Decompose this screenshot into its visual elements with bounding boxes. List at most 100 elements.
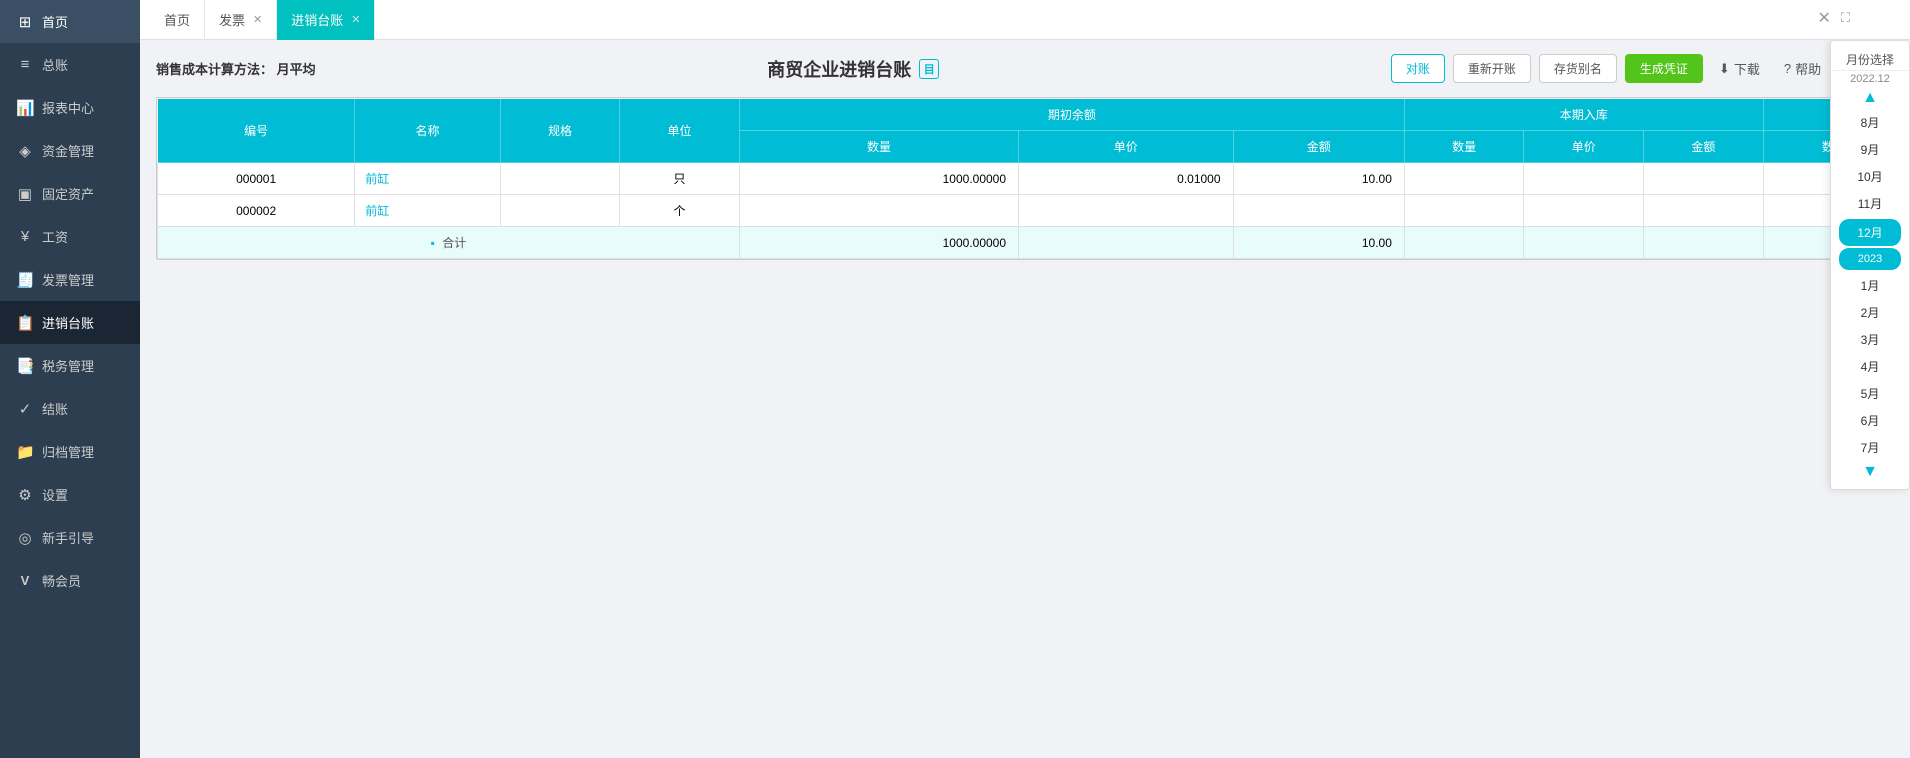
cost-method-value: 月平均 xyxy=(277,62,316,77)
sidebar-label-checkout: 结账 xyxy=(42,399,68,418)
sidebar-item-ledger[interactable]: ≡ 总账 xyxy=(0,43,140,86)
sidebar-label-funds: 资金管理 xyxy=(42,141,94,160)
sidebar-label-reports: 报表中心 xyxy=(42,98,94,117)
cell-in-qty-2 xyxy=(1404,195,1524,227)
archive-icon: 📁 xyxy=(16,443,34,461)
sidebar-label-settings: 设置 xyxy=(42,485,68,504)
cell-opening-amount-2 xyxy=(1233,195,1404,227)
generate-voucher-button[interactable]: 生成凭证 xyxy=(1625,54,1703,83)
page-content: 销售成本计算方法： 月平均 商贸企业进销台账 目 对账 重新开账 存货别名 生成… xyxy=(140,40,1910,758)
sidebar-item-assets[interactable]: ▣ 固定资产 xyxy=(0,172,140,215)
col-header-opening-balance: 期初余额 xyxy=(739,99,1404,131)
month-item-6[interactable]: 6月 xyxy=(1831,407,1909,434)
total-label-cell: ▪ 合计 xyxy=(158,227,740,259)
tab-invoice-close[interactable]: ✕ xyxy=(253,13,262,26)
cell-in-price-1 xyxy=(1524,163,1644,195)
sidebar-item-funds[interactable]: ◈ 资金管理 xyxy=(0,129,140,172)
cell-opening-price-2 xyxy=(1019,195,1234,227)
sidebar-item-tax[interactable]: 📑 税务管理 xyxy=(0,344,140,387)
total-in-amount xyxy=(1644,227,1764,259)
duizhang-button[interactable]: 对账 xyxy=(1391,54,1445,83)
month-item-1[interactable]: 1月 xyxy=(1831,272,1909,299)
month-item-11[interactable]: 11月 xyxy=(1831,190,1909,217)
tab-purchase-sales-close[interactable]: ✕ xyxy=(351,13,360,26)
sub-col-opening-qty: 数量 xyxy=(739,131,1018,163)
home-icon: ⊞ xyxy=(16,13,34,31)
main-content: ✕ ⛶ 首页 发票 ✕ 进销台账 ✕ 销售成本计算方法： 月平均 商贸企业进销台… xyxy=(140,0,1910,758)
month-item-12[interactable]: 12月 xyxy=(1839,219,1901,246)
cell-opening-amount-1: 10.00 xyxy=(1233,163,1404,195)
cell-in-qty-1 xyxy=(1404,163,1524,195)
scroll-down-button[interactable]: ▼ xyxy=(1831,461,1909,483)
table-row: 000002 前缸 个 xyxy=(158,195,1893,227)
scroll-up-button[interactable]: ▲ xyxy=(1831,87,1909,109)
sub-col-opening-amount: 金额 xyxy=(1233,131,1404,163)
close-window-button[interactable]: ✕ xyxy=(1817,8,1830,28)
cost-method-label: 销售成本计算方法： xyxy=(156,62,273,77)
name-link-2[interactable]: 前缸 xyxy=(365,204,389,218)
cell-code-1: 000001 xyxy=(158,163,355,195)
sidebar-item-reports[interactable]: 📊 报表中心 xyxy=(0,86,140,129)
tab-invoice-label: 发票 xyxy=(219,10,245,29)
cell-unit-2: 个 xyxy=(620,195,740,227)
month-item-9[interactable]: 9月 xyxy=(1831,136,1909,163)
total-in-qty xyxy=(1404,227,1524,259)
download-button[interactable]: ⬇ 下载 xyxy=(1711,55,1768,82)
sidebar-label-guide: 新手引导 xyxy=(42,528,94,547)
month-item-5[interactable]: 5月 xyxy=(1831,380,1909,407)
assets-icon: ▣ xyxy=(16,185,34,203)
total-opening-amount: 10.00 xyxy=(1233,227,1404,259)
tab-invoice[interactable]: 发票 ✕ xyxy=(205,0,277,40)
total-opening-qty: 1000.00000 xyxy=(739,227,1018,259)
member-icon: V xyxy=(16,573,34,588)
total-icon: ▪ xyxy=(431,236,435,250)
month-item-8[interactable]: 8月 xyxy=(1831,109,1909,136)
month-item-4[interactable]: 4月 xyxy=(1831,353,1909,380)
save-alias-button[interactable]: 存货别名 xyxy=(1539,54,1617,83)
table-row: 000001 前缸 只 1000.00000 0.01000 10.00 xyxy=(158,163,1893,195)
sidebar-item-invoice[interactable]: 🧾 发票管理 xyxy=(0,258,140,301)
sidebar-label-home: 首页 xyxy=(42,12,68,31)
sidebar-item-purchase-sales[interactable]: 📋 进销台账 xyxy=(0,301,140,344)
month-item-3[interactable]: 3月 xyxy=(1831,326,1909,353)
page-title: 商贸企业进销台账 xyxy=(767,56,911,82)
sidebar-item-checkout[interactable]: ✓ 结账 xyxy=(0,387,140,430)
tab-home[interactable]: 首页 xyxy=(150,0,205,40)
page-title-area: 商贸企业进销台账 目 xyxy=(767,56,939,82)
sidebar-item-home[interactable]: ⊞ 首页 xyxy=(0,0,140,43)
cell-name-1: 前缸 xyxy=(355,163,500,195)
total-opening-price xyxy=(1019,227,1234,259)
total-text: 合计 xyxy=(442,236,466,250)
sidebar-item-guide[interactable]: ◎ 新手引导 xyxy=(0,516,140,559)
month-panel: 月份选择 2022.12 ▲ 8月 9月 10月 11月 12月 2023 1月… xyxy=(1830,40,1910,490)
sidebar-item-archive[interactable]: 📁 归档管理 xyxy=(0,430,140,473)
sub-col-in-amount: 金额 xyxy=(1644,131,1764,163)
sidebar-item-member[interactable]: V 畅会员 xyxy=(0,559,140,602)
month-item-7[interactable]: 7月 xyxy=(1831,434,1909,461)
reopen-button[interactable]: 重新开账 xyxy=(1453,54,1531,83)
name-link-1[interactable]: 前缸 xyxy=(365,172,389,186)
cell-opening-qty-2 xyxy=(739,195,1018,227)
sidebar: ⊞ 首页 ≡ 总账 📊 报表中心 ◈ 资金管理 ▣ 固定资产 ¥ 工资 🧾 发票… xyxy=(0,0,140,758)
col-header-spec: 规格 xyxy=(500,99,620,163)
sidebar-label-assets: 固定资产 xyxy=(42,184,94,203)
sub-col-in-price: 单价 xyxy=(1524,131,1644,163)
cell-unit-1: 只 xyxy=(620,163,740,195)
sidebar-label-purchase-sales: 进销台账 xyxy=(42,313,94,332)
maximize-window-button[interactable]: ⛶ xyxy=(1841,8,1850,28)
toolbar-buttons: 对账 重新开账 存货别名 生成凭证 ⬇ 下载 ? 帮助 ↻ 刷新 xyxy=(1391,54,1894,83)
settings-icon: ⚙ xyxy=(16,486,34,504)
sidebar-item-settings[interactable]: ⚙ 设置 xyxy=(0,473,140,516)
cell-in-amount-1 xyxy=(1644,163,1764,195)
help-button[interactable]: ? 帮助 xyxy=(1776,55,1829,82)
tabs-bar: 首页 发票 ✕ 进销台账 ✕ xyxy=(140,0,1910,40)
cell-spec-2 xyxy=(500,195,620,227)
sidebar-item-salary[interactable]: ¥ 工资 xyxy=(0,215,140,258)
title-info-icon[interactable]: 目 xyxy=(919,59,939,79)
tab-purchase-sales[interactable]: 进销台账 ✕ xyxy=(277,0,375,40)
month-item-10[interactable]: 10月 xyxy=(1831,163,1909,190)
month-item-2[interactable]: 2月 xyxy=(1831,299,1909,326)
col-header-code: 编号 xyxy=(158,99,355,163)
help-label: 帮助 xyxy=(1795,59,1821,78)
download-icon: ⬇ xyxy=(1719,61,1730,77)
